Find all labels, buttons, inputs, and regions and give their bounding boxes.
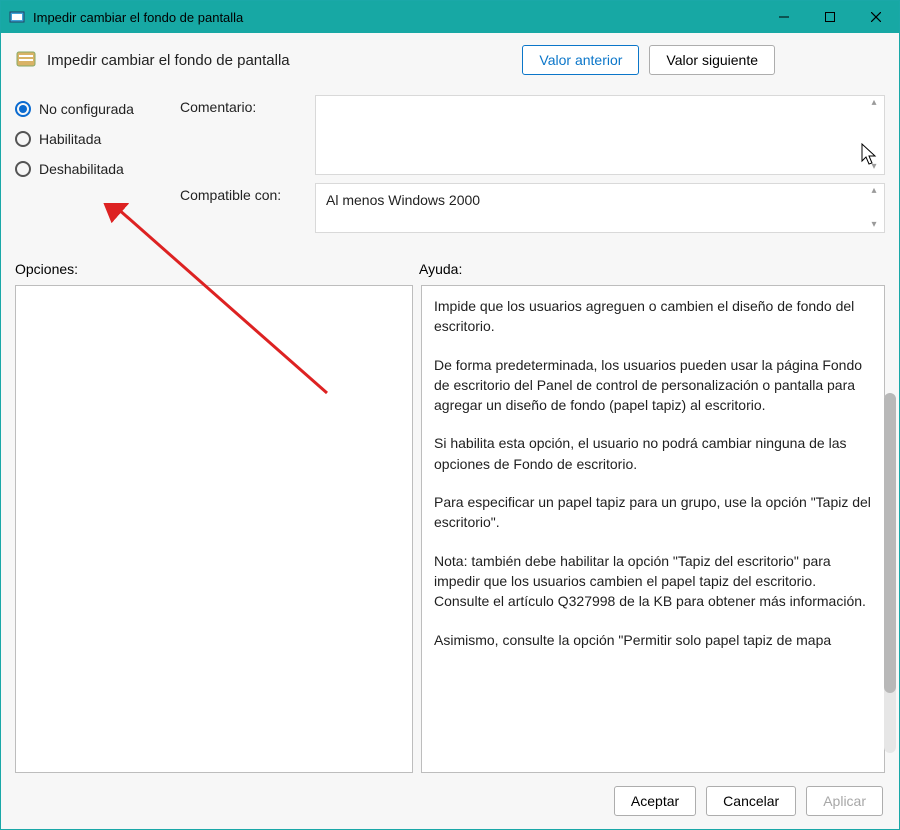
comment-textarea[interactable]: ▴▾ xyxy=(315,95,885,175)
radio-label: Habilitada xyxy=(39,131,101,147)
radio-indicator-icon xyxy=(15,101,31,117)
minimize-button[interactable] xyxy=(761,1,807,33)
help-label: Ayuda: xyxy=(419,261,462,277)
radio-indicator-icon xyxy=(15,161,31,177)
policy-icon xyxy=(15,49,37,71)
radio-not-configured[interactable]: No configurada xyxy=(15,101,180,117)
radio-disabled[interactable]: Deshabilitada xyxy=(15,161,180,177)
help-paragraph: Asimismo, consulte la opción "Permitir s… xyxy=(434,630,872,650)
scrollbar-track[interactable] xyxy=(884,393,896,753)
help-paragraph: Nota: también debe habilitar la opción "… xyxy=(434,551,872,612)
options-panel xyxy=(15,285,413,773)
radio-label: No configurada xyxy=(39,101,134,117)
compatible-label: Compatible con: xyxy=(180,183,315,233)
help-paragraph: Si habilita esta opción, el usuario no p… xyxy=(434,433,872,474)
close-button[interactable] xyxy=(853,1,899,33)
scrollbar-thumb[interactable] xyxy=(884,393,896,693)
app-icon xyxy=(9,9,25,25)
maximize-button[interactable] xyxy=(807,1,853,33)
radio-enabled[interactable]: Habilitada xyxy=(15,131,180,147)
compatible-text: Al menos Windows 2000 xyxy=(326,192,480,208)
comment-label: Comentario: xyxy=(180,95,315,175)
help-paragraph: Para especificar un papel tapiz para un … xyxy=(434,492,872,533)
previous-value-button[interactable]: Valor anterior xyxy=(522,45,639,75)
compatible-field: Al menos Windows 2000 ▴▾ xyxy=(315,183,885,233)
radio-indicator-icon xyxy=(15,131,31,147)
options-label: Opciones: xyxy=(15,261,419,277)
ok-button[interactable]: Aceptar xyxy=(614,786,696,816)
policy-editor-window: Impedir cambiar el fondo de pantalla Imp… xyxy=(0,0,900,830)
help-panel: Impide que los usuarios agreguen o cambi… xyxy=(421,285,885,773)
apply-button[interactable]: Aplicar xyxy=(806,786,883,816)
next-value-button[interactable]: Valor siguiente xyxy=(649,45,775,75)
radio-label: Deshabilitada xyxy=(39,161,124,177)
help-paragraph: Impide que los usuarios agreguen o cambi… xyxy=(434,296,872,337)
policy-title: Impedir cambiar el fondo de pantalla xyxy=(47,52,290,69)
titlebar-title: Impedir cambiar el fondo de pantalla xyxy=(33,10,761,25)
comment-spin-buttons[interactable]: ▴▾ xyxy=(866,98,882,172)
help-paragraph: De forma predeterminada, los usuarios pu… xyxy=(434,355,872,416)
titlebar[interactable]: Impedir cambiar el fondo de pantalla xyxy=(1,1,899,33)
cancel-button[interactable]: Cancelar xyxy=(706,786,796,816)
client-area: Impedir cambiar el fondo de pantalla Val… xyxy=(1,33,899,773)
compatible-spin-buttons[interactable]: ▴▾ xyxy=(866,186,882,230)
dialog-footer: Aceptar Cancelar Aplicar xyxy=(1,773,899,829)
